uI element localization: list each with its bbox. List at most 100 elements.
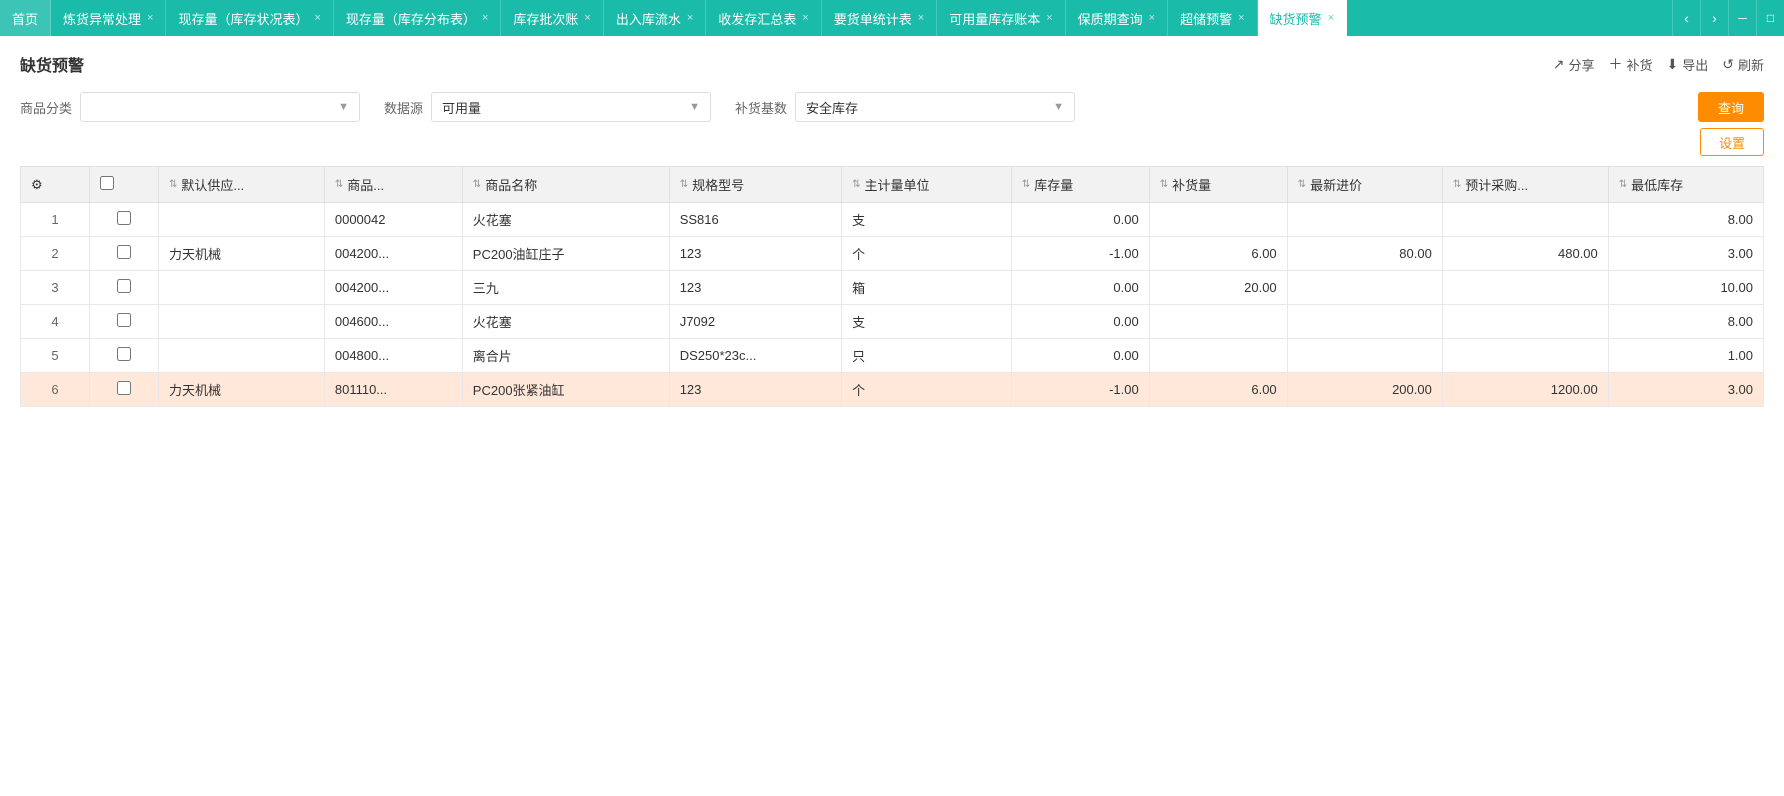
nav-tab-11-close[interactable]: ×: [1328, 12, 1334, 24]
row-spec: SS816: [669, 203, 841, 237]
nav-tab-2[interactable]: 现存量（库存状况表） ×: [166, 0, 333, 36]
th-unit-label: 主计量单位: [865, 175, 930, 194]
nav-prev-arrow[interactable]: ‹: [1672, 0, 1700, 36]
nav-tab-home[interactable]: 首页: [0, 0, 51, 36]
th-est-label: 预计采购...: [1465, 175, 1528, 194]
nav-tab-9[interactable]: 保质期查询 ×: [1066, 0, 1168, 36]
sort-spec-icon: ⇅: [680, 179, 688, 190]
row-replenish: 6.00: [1149, 373, 1287, 407]
export-icon: ⬇: [1667, 56, 1679, 73]
nav-maximize[interactable]: □: [1756, 0, 1784, 36]
th-price-label: 最新进价: [1310, 175, 1362, 194]
share-button[interactable]: ↗ 分享: [1553, 55, 1595, 74]
nav-tab-11[interactable]: 缺货预警 ×: [1258, 0, 1347, 36]
row-stock: 0.00: [1011, 271, 1149, 305]
nav-tab-10-label: 超储预警: [1180, 9, 1232, 28]
row-checkbox[interactable]: [117, 245, 131, 259]
row-supplier: [158, 271, 324, 305]
table-row: 5 004800... 离合片 DS250*23c... 只 0.00 1.00: [21, 339, 1764, 373]
row-checkbox-cell[interactable]: [89, 271, 158, 305]
nav-tab-7-close[interactable]: ×: [918, 12, 924, 24]
table-row: 6 力天机械 801110... PC200张紧油缸 123 个 -1.00 6…: [21, 373, 1764, 407]
query-button[interactable]: 查询: [1698, 92, 1764, 122]
row-spec: J7092: [669, 305, 841, 339]
row-replenish: 20.00: [1149, 271, 1287, 305]
row-num: 3: [21, 271, 90, 305]
row-checkbox-cell[interactable]: [89, 373, 158, 407]
refresh-button[interactable]: ↺ 刷新: [1722, 55, 1764, 74]
row-checkbox[interactable]: [117, 347, 131, 361]
row-num: 4: [21, 305, 90, 339]
datasource-filter: 数据源 可用量 ▼: [384, 92, 711, 122]
row-name: PC200张紧油缸: [462, 373, 669, 407]
row-min-stock: 8.00: [1608, 203, 1763, 237]
row-replenish: [1149, 305, 1287, 339]
row-unit: 支: [842, 305, 1012, 339]
row-checkbox-cell[interactable]: [89, 237, 158, 271]
row-code: 0000042: [324, 203, 462, 237]
row-code: 801110...: [324, 373, 462, 407]
datasource-select[interactable]: 可用量 ▼: [431, 92, 711, 122]
nav-tab-5-close[interactable]: ×: [687, 12, 693, 24]
row-min-stock: 8.00: [1608, 305, 1763, 339]
th-settings[interactable]: ⚙: [21, 167, 90, 203]
row-checkbox[interactable]: [117, 211, 131, 225]
nav-arrows: ‹ › － □: [1672, 0, 1784, 36]
nav-tab-8-close[interactable]: ×: [1046, 12, 1052, 24]
nav-tab-6[interactable]: 收发存汇总表 ×: [706, 0, 821, 36]
nav-tab-3[interactable]: 现存量（库存分布表） ×: [334, 0, 501, 36]
row-spec: 123: [669, 271, 841, 305]
select-all-checkbox[interactable]: [100, 176, 114, 190]
export-label: 导出: [1682, 55, 1708, 74]
replenish-button[interactable]: ＋ 补货: [1608, 54, 1652, 74]
row-est-purchase: 1200.00: [1442, 373, 1608, 407]
category-select[interactable]: ▼: [80, 92, 360, 122]
sort-min-icon: ⇅: [1619, 179, 1627, 190]
row-checkbox-cell[interactable]: [89, 305, 158, 339]
row-supplier: [158, 305, 324, 339]
row-name: PC200油缸庄子: [462, 237, 669, 271]
replenish-basis-select[interactable]: 安全库存 ▼: [795, 92, 1075, 122]
row-checkbox[interactable]: [117, 279, 131, 293]
nav-tab-3-close[interactable]: ×: [482, 12, 488, 24]
row-checkbox[interactable]: [117, 381, 131, 395]
nav-tab-4-close[interactable]: ×: [584, 12, 590, 24]
nav-tab-2-close[interactable]: ×: [314, 12, 320, 24]
nav-tab-9-close[interactable]: ×: [1149, 12, 1155, 24]
page-header: 缺货预警 ↗ 分享 ＋ 补货 ⬇ 导出 ↺ 刷新: [20, 52, 1764, 76]
row-name: 火花塞: [462, 203, 669, 237]
row-price: [1287, 203, 1442, 237]
nav-minimize[interactable]: －: [1728, 0, 1756, 36]
settings-button[interactable]: 设置: [1700, 128, 1764, 156]
gear-icon: ⚙: [31, 177, 43, 192]
page-title: 缺货预警: [20, 52, 1553, 76]
nav-tab-8[interactable]: 可用量库存账本 ×: [937, 0, 1065, 36]
filter-row: 商品分类 ▼ 数据源 可用量 ▼ 补货基数 安全库存 ▼: [20, 92, 1764, 156]
nav-tab-5-label: 出入库流水: [616, 9, 681, 28]
share-label: 分享: [1568, 55, 1594, 74]
nav-tab-10-close[interactable]: ×: [1238, 12, 1244, 24]
row-est-purchase: [1442, 271, 1608, 305]
row-checkbox-cell[interactable]: [89, 203, 158, 237]
nav-tab-1-close[interactable]: ×: [147, 12, 153, 24]
row-min-stock: 10.00: [1608, 271, 1763, 305]
nav-next-arrow[interactable]: ›: [1700, 0, 1728, 36]
nav-tab-5[interactable]: 出入库流水 ×: [604, 0, 706, 36]
nav-tab-1[interactable]: 炼货异常处理 ×: [51, 0, 166, 36]
nav-tab-6-close[interactable]: ×: [802, 12, 808, 24]
row-checkbox-cell[interactable]: [89, 339, 158, 373]
nav-tab-4[interactable]: 库存批次账 ×: [501, 0, 603, 36]
row-unit: 支: [842, 203, 1012, 237]
export-button[interactable]: ⬇ 导出: [1667, 55, 1709, 74]
row-checkbox[interactable]: [117, 313, 131, 327]
table-row: 2 力天机械 004200... PC200油缸庄子 123 个 -1.00 6…: [21, 237, 1764, 271]
row-code: 004600...: [324, 305, 462, 339]
replenish-icon: ＋: [1608, 54, 1622, 74]
row-replenish: [1149, 339, 1287, 373]
sort-unit-icon: ⇅: [852, 179, 860, 190]
th-checkbox[interactable]: [89, 167, 158, 203]
nav-tab-10[interactable]: 超储预警 ×: [1168, 0, 1257, 36]
nav-tab-7[interactable]: 要货单统计表 ×: [822, 0, 937, 36]
nav-tab-home-label: 首页: [12, 9, 38, 28]
th-price: ⇅ 最新进价: [1287, 167, 1442, 203]
